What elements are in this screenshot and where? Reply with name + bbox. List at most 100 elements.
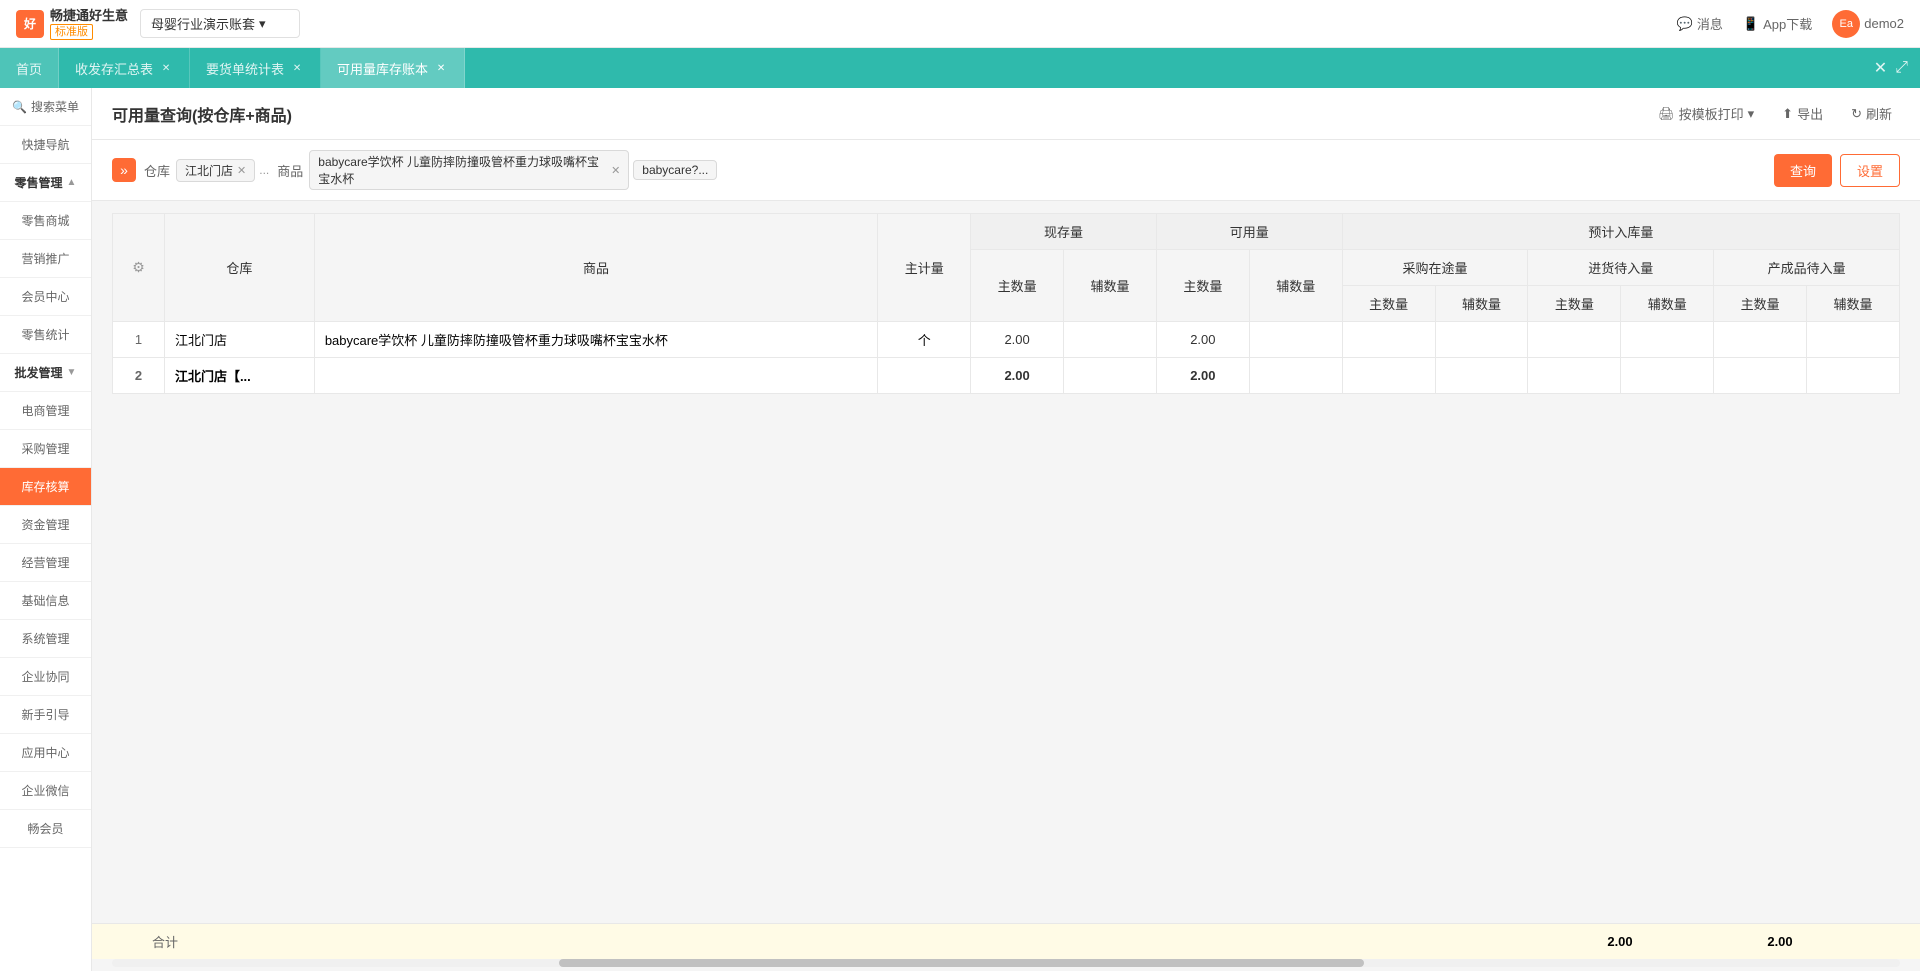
filter-expand-button[interactable]: » [112, 158, 136, 182]
app-download-button[interactable]: 📱 App下载 [1743, 14, 1812, 33]
query-button[interactable]: 查询 [1774, 154, 1832, 187]
refresh-label: 刷新 [1866, 104, 1892, 123]
th-planned-inbound: 预计入库量 [1342, 214, 1899, 250]
newbie-label: 新手引导 [21, 706, 69, 723]
inventory-label: 库存核算 [21, 478, 69, 495]
th-purchase-sub-qty: 辅数量 [1435, 286, 1528, 322]
top-bar-left: 好 畅捷通好生意 标准版 母婴行业演示账套 ▾ [16, 8, 300, 39]
row-2-warehouse: 江北门店【... [164, 358, 314, 394]
mobile-icon: 📱 [1743, 16, 1759, 32]
row-1-avail-sub [1249, 322, 1342, 358]
row-2-product [314, 358, 877, 394]
maximize-icon[interactable]: ⤢ [1895, 59, 1908, 77]
horizontal-scrollbar[interactable] [112, 959, 1900, 967]
sidebar-item-finance[interactable]: 资金管理 [0, 506, 91, 544]
sidebar-item-marketing[interactable]: 营销推广 [0, 240, 91, 278]
sidebar-item-ecommerce[interactable]: 电商管理 [0, 392, 91, 430]
sidebar-item-retail-stats[interactable]: 零售统计 [0, 316, 91, 354]
data-table: ⚙ 仓库 商品 主计量 现存量 可用量 预计入库量 主数量 辅数量 主数量 辅数… [112, 213, 1900, 394]
warehouse-filter-tags: 江北门店 ✕ ... [176, 159, 269, 182]
setting-button[interactable]: 设置 [1840, 154, 1900, 187]
footer-stock-main: 2.00 [1580, 934, 1660, 949]
purchase-label: 采购管理 [21, 440, 69, 457]
sidebar-item-inventory[interactable]: 库存核算 [0, 468, 91, 506]
user-profile[interactable]: Ea demo2 [1832, 10, 1904, 38]
sidebar-item-enterprise-wechat[interactable]: 企业微信 [0, 772, 91, 810]
row-1-purchase-main [1342, 322, 1435, 358]
expand-icon: » [120, 162, 128, 178]
sidebar-item-enterprise[interactable]: 企业协同 [0, 658, 91, 696]
close-available-stock-icon[interactable]: ✕ [434, 61, 448, 75]
page-header-actions: 🖨 按模板打印 ▾ ⬆ 导出 ↻ 刷新 [1650, 100, 1900, 127]
row-1-warehouse: 江北门店 [164, 322, 314, 358]
th-available: 可用量 [1156, 214, 1342, 250]
th-inbound-pending: 进货待入量 [1528, 250, 1714, 286]
vip-label: 畅会员 [27, 820, 63, 837]
sidebar-group-wholesale: 批发管理 ▼ [0, 354, 91, 392]
receive-summary-tab-label: 收发存汇总表 [75, 59, 153, 78]
sidebar-item-basic-info[interactable]: 基础信息 [0, 582, 91, 620]
message-label: 消息 [1697, 14, 1723, 33]
tab-order-stats[interactable]: 要货单统计表 ✕ [190, 48, 321, 88]
settings-gear-icon[interactable]: ⚙ [132, 259, 145, 275]
ecommerce-label: 电商管理 [21, 402, 69, 419]
row-2-unit [878, 358, 971, 394]
sidebar-item-app-center[interactable]: 应用中心 [0, 734, 91, 772]
row-2-purchase-main [1342, 358, 1435, 394]
scrollbar-thumb[interactable] [559, 959, 1364, 967]
sidebar-item-retail-mgmt[interactable]: 零售管理 ▲ [0, 164, 91, 201]
export-icon: ⬆ [1782, 106, 1793, 122]
retail-stats-label: 零售统计 [21, 326, 69, 343]
avatar-text: Ea [1840, 18, 1853, 30]
tab-home[interactable]: 首页 [0, 48, 59, 88]
warehouse-tag-jiangbei: 江北门店 ✕ [176, 159, 255, 182]
product-tag-babycare2: babycare?... [633, 160, 717, 180]
export-button[interactable]: ⬆ 导出 [1774, 100, 1831, 127]
th-product-main-qty: 主数量 [1714, 286, 1807, 322]
sidebar-item-newbie[interactable]: 新手引导 [0, 696, 91, 734]
close-order-stats-icon[interactable]: ✕ [290, 61, 304, 75]
sidebar-item-wholesale[interactable]: 批发管理 ▼ [0, 354, 91, 391]
row-1-product-main [1714, 322, 1807, 358]
th-main-unit: 主计量 [878, 214, 971, 322]
tab-available-stock[interactable]: 可用量库存账本 ✕ [321, 48, 465, 88]
search-icon: 🔍 [12, 100, 27, 114]
app-download-label: App下载 [1763, 14, 1812, 33]
sidebar-item-member[interactable]: 会员中心 [0, 278, 91, 316]
remove-warehouse-tag-icon[interactable]: ✕ [237, 164, 246, 177]
print-button[interactable]: 🖨 按模板打印 ▾ [1650, 100, 1762, 127]
th-stock-sub-qty: 辅数量 [1064, 250, 1157, 322]
footer-avail-main: 2.00 [1740, 934, 1820, 949]
logo-main-text: 畅捷通好生意 [50, 8, 128, 24]
sidebar-item-vip[interactable]: 畅会员 [0, 810, 91, 848]
username-label: demo2 [1864, 16, 1904, 31]
chevron-down-icon: ▾ [259, 16, 266, 32]
th-purchase-intransit: 采购在途量 [1342, 250, 1528, 286]
quicknav-label: 快捷导航 [21, 136, 69, 153]
remove-product-tag-1-icon[interactable]: ✕ [611, 164, 620, 177]
sidebar-item-operations[interactable]: 经营管理 [0, 544, 91, 582]
close-all-tabs-icon[interactable]: ✕ [1874, 58, 1887, 78]
row-1-avail-main: 2.00 [1156, 322, 1249, 358]
logo-text: 畅捷通好生意 标准版 [50, 8, 128, 39]
sidebar-item-quicknav[interactable]: 快捷导航 [0, 126, 91, 164]
table-footer: 合计 2.00 2.00 [92, 923, 1920, 959]
avatar: Ea [1832, 10, 1860, 38]
row-1-stock-sub [1064, 322, 1157, 358]
warehouse-more[interactable]: ... [259, 163, 269, 177]
finance-label: 资金管理 [21, 516, 69, 533]
sidebar-search-label: 搜索菜单 [31, 98, 79, 115]
sidebar-item-purchase[interactable]: 采购管理 [0, 430, 91, 468]
message-button[interactable]: 💬 消息 [1677, 14, 1723, 33]
refresh-button[interactable]: ↻ 刷新 [1843, 100, 1900, 127]
th-available-main-qty: 主数量 [1156, 250, 1249, 322]
sidebar-item-search[interactable]: 🔍 搜索菜单 [0, 88, 91, 126]
retail-mgmt-label: 零售管理 [15, 174, 63, 191]
tab-receive-summary[interactable]: 收发存汇总表 ✕ [59, 48, 190, 88]
product-tag-label-2: babycare?... [642, 163, 708, 177]
industry-select[interactable]: 母婴行业演示账套 ▾ [140, 9, 300, 38]
close-receive-summary-icon[interactable]: ✕ [159, 61, 173, 75]
sidebar-item-system[interactable]: 系统管理 [0, 620, 91, 658]
refresh-icon: ↻ [1851, 106, 1862, 122]
sidebar-item-retail-mall[interactable]: 零售商城 [0, 202, 91, 240]
